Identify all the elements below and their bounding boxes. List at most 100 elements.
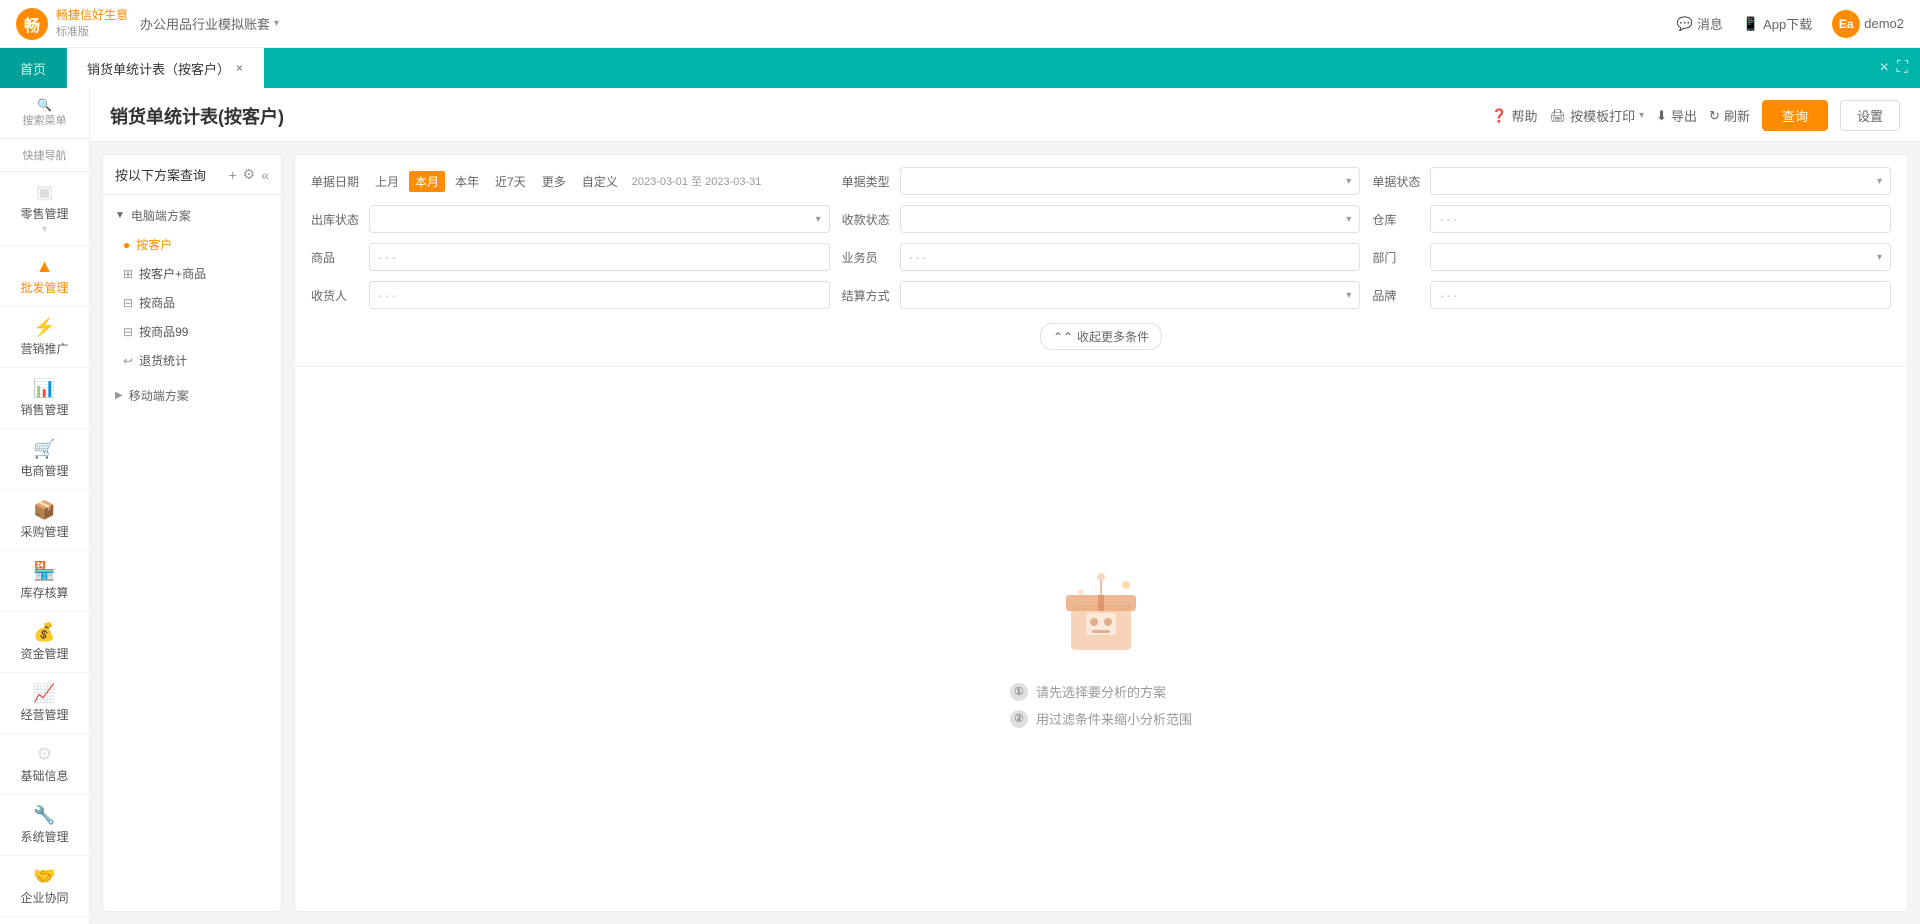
- collapse-panel-icon[interactable]: «: [261, 167, 269, 183]
- filter-header-actions: + ⚙ «: [228, 166, 269, 183]
- refresh-button[interactable]: ↻ 刷新: [1709, 106, 1750, 125]
- filter-item-by-customer[interactable]: ● 按客户: [103, 230, 281, 259]
- print-arrow-icon: ▾: [1639, 110, 1644, 121]
- marketing-label: 营销推广: [20, 340, 68, 357]
- export-button[interactable]: ⬇ 导出: [1656, 106, 1697, 125]
- export-label: 导出: [1671, 106, 1697, 125]
- help-icon: ❓: [1491, 108, 1507, 124]
- sidebar-item-marketing[interactable]: ⚡ 营销推广: [0, 307, 89, 368]
- sidebar-item-ecommerce[interactable]: 🛒 电商管理: [0, 429, 89, 490]
- export-icon: ⬇: [1656, 108, 1667, 124]
- date-tab-more[interactable]: 更多: [536, 171, 572, 192]
- fullscreen-button[interactable]: ⛶: [1897, 59, 1908, 77]
- date-tab-7days[interactable]: 近7天: [489, 171, 532, 192]
- filter-row-4: 收货人 ··· 结算方式 ▾: [311, 281, 1891, 309]
- ship-status-select[interactable]: ▾: [369, 205, 830, 233]
- salesperson-dots: ···: [909, 249, 929, 265]
- filter-item-return-stats[interactable]: ↩ 退货统计: [103, 346, 281, 375]
- add-scheme-button[interactable]: +: [228, 167, 236, 183]
- sidebar-item-basic[interactable]: ⚙ 基础信息: [0, 734, 89, 795]
- date-tab-custom[interactable]: 自定义: [576, 171, 624, 192]
- settlement-field: 结算方式 ▾: [842, 281, 1361, 309]
- settlement-select[interactable]: ▾: [900, 281, 1361, 309]
- date-tabs: 上月 本月 本年 近7天 更多 自定义: [369, 171, 624, 192]
- purchase-icon: 📦: [33, 500, 55, 521]
- logo-sub: 标准版: [56, 23, 128, 39]
- collapse-button[interactable]: ⌃⌃ 收起更多条件: [1040, 323, 1162, 350]
- industry-label: 办公用品行业模拟账套: [140, 14, 270, 33]
- query-button[interactable]: 查询: [1762, 100, 1828, 131]
- chevron-down-icon: ▾: [816, 214, 821, 225]
- goods-dots: ···: [378, 249, 398, 265]
- filter-row-1: 单据日期 上月 本月 本年 近7天 更多 自定义 20: [311, 167, 1891, 195]
- date-tab-prev-month[interactable]: 上月: [369, 171, 405, 192]
- date-range-display: 2023-03-01 至 2023-03-31: [632, 173, 762, 189]
- message-label: 消息: [1697, 14, 1723, 33]
- receiver-dots: ···: [378, 287, 398, 303]
- sidebar-item-finance[interactable]: 💰 资金管理: [0, 612, 89, 673]
- date-tab-current-month[interactable]: 本月: [409, 171, 445, 192]
- department-select[interactable]: ▾: [1430, 243, 1891, 271]
- industry-selector[interactable]: 办公用品行业模拟账套 ▾: [140, 14, 279, 33]
- system-icon: 🔧: [33, 805, 55, 826]
- brand-select[interactable]: ···: [1430, 281, 1891, 309]
- hint-text-2: 用过滤条件来缩小分析范围: [1036, 709, 1192, 728]
- filter-group-mobile[interactable]: ▶ 移动端方案: [103, 381, 281, 410]
- payment-status-select[interactable]: ▾: [900, 205, 1361, 233]
- page-actions: ❓ 帮助 🖨 按模板打印 ▾ ⬇ 导出 ↻ 刷新: [1491, 100, 1900, 131]
- filter-desktop-group: ▼ 电脑端方案 ● 按客户 ⊞ 按客户+商品 ⊟ 按商品: [103, 195, 281, 381]
- return-icon: ↩: [123, 354, 133, 368]
- sidebar-item-system[interactable]: 🔧 系统管理: [0, 795, 89, 856]
- ship-status-field: 出库状态 ▾: [311, 205, 830, 233]
- sidebar-item-newbie[interactable]: 🎓 新手引导: [0, 917, 89, 924]
- tab-home[interactable]: 首页: [0, 48, 67, 88]
- message-icon: 💬: [1677, 16, 1693, 32]
- settings-button[interactable]: 设置: [1840, 100, 1900, 131]
- help-button[interactable]: ❓ 帮助: [1491, 106, 1537, 125]
- close-icon[interactable]: ×: [236, 61, 243, 75]
- message-button[interactable]: 💬 消息: [1677, 14, 1723, 33]
- filter-item-by-goods-99[interactable]: ⊟ 按商品99: [103, 317, 281, 346]
- phone-icon: 📱: [1743, 16, 1759, 32]
- sidebar-item-enterprise[interactable]: 🤝 企业协同: [0, 856, 89, 917]
- close-tab-button[interactable]: ×: [1879, 59, 1888, 77]
- retail-label: 零售管理: [20, 205, 68, 222]
- empty-illustration: [1041, 550, 1161, 670]
- operation-label: 经营管理: [20, 706, 68, 723]
- warehouse-select[interactable]: ···: [1430, 205, 1891, 233]
- tab-sales-stats[interactable]: 销货单统计表（按客户） ×: [67, 48, 264, 88]
- warehouse-label: 仓库: [1372, 211, 1422, 228]
- salesperson-select[interactable]: ···: [900, 243, 1361, 271]
- print-label: 按模板打印: [1570, 106, 1635, 125]
- date-tab-current-year[interactable]: 本年: [449, 171, 485, 192]
- top-nav: 畅 畅捷信好生意 标准版 办公用品行业模拟账套 ▾ 💬 消息 📱 App下载 E…: [0, 0, 1920, 48]
- customer-icon: ●: [123, 238, 130, 252]
- search-menu-button[interactable]: 🔍 搜索菜单: [0, 88, 89, 139]
- scheme-settings-icon[interactable]: ⚙: [243, 166, 256, 183]
- sidebar-item-wholesale[interactable]: ▲ 批发管理: [0, 246, 89, 307]
- sidebar-item-sales[interactable]: 📊 销售管理: [0, 368, 89, 429]
- payment-status-field: 收款状态 ▾: [842, 205, 1361, 233]
- app-download-button[interactable]: 📱 App下载: [1743, 14, 1812, 33]
- user-menu[interactable]: Ea demo2: [1832, 10, 1904, 38]
- doc-status-select[interactable]: ▾: [1430, 167, 1891, 195]
- filter-group-desktop[interactable]: ▼ 电脑端方案: [103, 201, 281, 230]
- sidebar-item-purchase[interactable]: 📦 采购管理: [0, 490, 89, 551]
- receiver-field: 收货人 ···: [311, 281, 830, 309]
- department-field: 部门 ▾: [1372, 243, 1891, 271]
- filter-item-by-goods[interactable]: ⊟ 按商品: [103, 288, 281, 317]
- print-button[interactable]: 🖨 按模板打印 ▾: [1550, 106, 1645, 125]
- doc-type-label: 单据类型: [842, 173, 892, 190]
- goods-field: 商品 ···: [311, 243, 830, 271]
- receiver-select[interactable]: ···: [369, 281, 830, 309]
- sidebar-item-inventory[interactable]: 🏪 库存核算: [0, 551, 89, 612]
- sidebar-item-retail[interactable]: ▣ 零售管理 ▾: [0, 172, 89, 246]
- inner-layout: 按以下方案查询 + ⚙ « ▼ 电脑端方案 ● 按客户: [90, 142, 1920, 924]
- operation-icon: 📈: [33, 683, 55, 704]
- sidebar-item-operation[interactable]: 📈 经营管理: [0, 673, 89, 734]
- filter-item-by-customer-goods[interactable]: ⊞ 按客户+商品: [103, 259, 281, 288]
- logo[interactable]: 畅 畅捷信好生意 标准版: [16, 8, 128, 40]
- goods-select[interactable]: ···: [369, 243, 830, 271]
- doc-type-select[interactable]: ▾: [900, 167, 1361, 195]
- basic-icon: ⚙: [36, 744, 52, 765]
